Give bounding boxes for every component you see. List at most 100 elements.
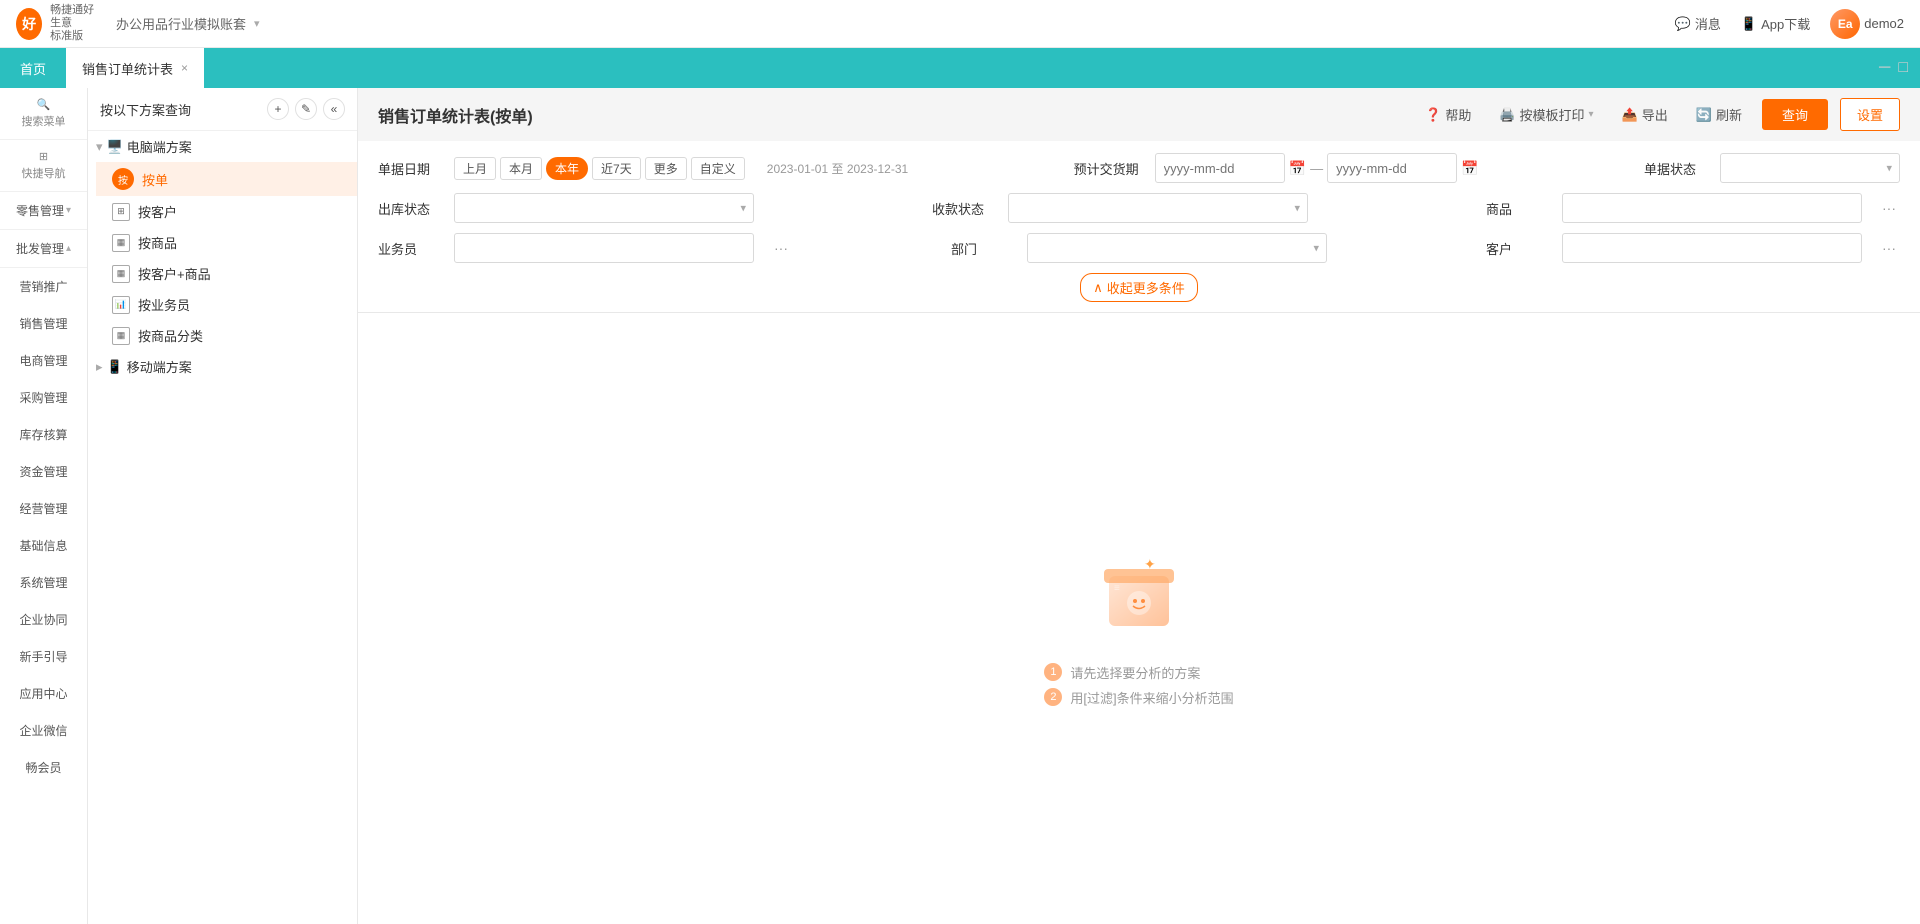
sidebar-item-inventory[interactable]: 库存核算 — [0, 416, 87, 453]
sidebar-item-operations[interactable]: 经营管理 — [0, 490, 87, 527]
sidebar-item-wholesale[interactable]: 批发管理 ▴ — [0, 230, 87, 267]
filter-row-1: 单据日期 上月 本月 本年 近7天 更多 自定义 2023-01-01 至 20… — [378, 153, 1900, 183]
main-layout: 🔍 搜索菜单 ⊞ 快捷导航 零售管理 ▾ 批发管理 ▴ 营销推广 销售管理 电商… — [0, 88, 1920, 924]
hint-num-2: 2 — [1044, 688, 1062, 706]
sidebar-group-retail: 零售管理 ▾ — [0, 192, 87, 230]
tree-item-by-customer-product[interactable]: ▦ 按客户+商品 — [96, 258, 357, 289]
edit-scheme-btn[interactable]: ✎ — [295, 98, 317, 120]
product-dots[interactable]: ··· — [1878, 200, 1900, 216]
mobile-section-header[interactable]: ▸ 📱 移动端方案 — [88, 351, 357, 382]
sidebar-group-wholesale: 批发管理 ▴ — [0, 230, 87, 268]
app-download-btn[interactable]: 📱 App下载 — [1741, 14, 1810, 33]
user-profile[interactable]: Ea demo2 — [1830, 9, 1904, 39]
sidebar-item-purchase[interactable]: 采购管理 — [0, 379, 87, 416]
export-btn[interactable]: 📤 导出 — [1614, 101, 1676, 128]
sidebar-item-finance[interactable]: 资金管理 — [0, 453, 87, 490]
nav-icon: ⊞ — [39, 150, 48, 163]
date-btn-this-month[interactable]: 本月 — [500, 157, 542, 180]
date-btn-more[interactable]: 更多 — [645, 157, 687, 180]
order-date-label: 单据日期 — [378, 159, 438, 178]
tab-home[interactable]: 首页 — [0, 48, 66, 88]
date-buttons: 上月 本月 本年 近7天 更多 自定义 — [454, 157, 745, 180]
date-btn-this-year[interactable]: 本年 — [546, 157, 588, 180]
collapse-btn[interactable]: ∧ 收起更多条件 — [1080, 273, 1198, 302]
minimize-btn[interactable]: ─ — [1879, 59, 1890, 77]
salesperson-input[interactable] — [454, 233, 754, 263]
sidebar-quick-nav[interactable]: ⊞ 快捷导航 — [0, 140, 87, 192]
expected-date-start[interactable] — [1155, 153, 1285, 183]
sidebar-search[interactable]: 🔍 搜索菜单 — [0, 88, 87, 140]
expected-date-label: 预计交货期 — [1074, 159, 1139, 178]
department-select-wrap — [1027, 233, 1327, 263]
page-actions: ❓ 帮助 🖨️ 按模板打印 ▾ 📤 导出 🔄 刷新 查询 设置 — [1417, 98, 1900, 131]
salesperson-dots[interactable]: ··· — [770, 240, 792, 256]
page-title-area: 销售订单统计表(按单) ❓ 帮助 🖨️ 按模板打印 ▾ 📤 导出 🔄 刷新 — [358, 88, 1920, 141]
tabbar: 首页 销售订单统计表 × ─ □ — [0, 48, 1920, 88]
payment-status-select[interactable] — [1008, 193, 1308, 223]
print-icon: 🖨️ — [1499, 107, 1515, 123]
pc-section-header[interactable]: ▾ 🖥️ 电脑端方案 — [88, 131, 357, 162]
date-range-text: 2023-01-01 至 2023-12-31 — [767, 160, 908, 177]
sidebar: 🔍 搜索菜单 ⊞ 快捷导航 零售管理 ▾ 批发管理 ▴ 营销推广 销售管理 电商… — [0, 88, 88, 924]
maximize-btn[interactable]: □ — [1898, 59, 1908, 77]
collapse-panel-btn[interactable]: « — [323, 98, 345, 120]
date-separator: — — [1310, 161, 1323, 176]
date-btn-last-7[interactable]: 近7天 — [592, 157, 641, 180]
date-btn-last-month[interactable]: 上月 — [454, 157, 496, 180]
order-status-select[interactable] — [1720, 153, 1900, 183]
add-scheme-btn[interactable]: + — [267, 98, 289, 120]
sidebar-item-ecommerce[interactable]: 电商管理 — [0, 342, 87, 379]
sidebar-item-wechat[interactable]: 企业微信 — [0, 712, 87, 749]
tree-item-by-product-category[interactable]: ▦ 按商品分类 — [96, 320, 357, 351]
user-avatar: Ea — [1830, 9, 1860, 39]
topbar-actions: 💬 消息 📱 App下载 Ea demo2 — [1675, 9, 1904, 39]
delivery-status-select[interactable] — [454, 193, 754, 223]
logo-text: 畅捷通好生意 标准版 — [50, 4, 104, 44]
tree-item-by-salesperson[interactable]: 📊 按业务员 — [96, 289, 357, 320]
sidebar-item-marketing[interactable]: 营销推广 — [0, 268, 87, 305]
tree-item-by-order[interactable]: 按 按单 — [96, 162, 357, 196]
tree-item-by-product[interactable]: ▦ 按商品 — [96, 227, 357, 258]
title-dropdown-icon[interactable]: ▾ — [254, 17, 260, 30]
refresh-btn[interactable]: 🔄 刷新 — [1688, 101, 1750, 128]
app-logo: 好 畅捷通好生意 标准版 — [16, 4, 104, 44]
sidebar-item-system[interactable]: 系统管理 — [0, 564, 87, 601]
expected-date-end[interactable] — [1327, 153, 1457, 183]
empty-hints: 1 请先选择要分析的方案 2 用[过滤]条件来缩小分析范围 — [1044, 663, 1233, 707]
left-panel-title: 按以下方案查询 — [100, 100, 191, 119]
delivery-status-select-wrap — [454, 193, 754, 223]
pc-section-icon: 🖥️ — [107, 139, 123, 155]
sidebar-item-newbie[interactable]: 新手引导 — [0, 638, 87, 675]
right-panel: 销售订单统计表(按单) ❓ 帮助 🖨️ 按模板打印 ▾ 📤 导出 🔄 刷新 — [358, 88, 1920, 924]
help-btn[interactable]: ❓ 帮助 — [1417, 101, 1479, 128]
tab-close-btn[interactable]: × — [181, 61, 188, 75]
department-select[interactable] — [1027, 233, 1327, 263]
calendar-start-icon[interactable]: 📅 — [1289, 160, 1306, 177]
message-btn[interactable]: 💬 消息 — [1675, 14, 1721, 33]
tab-sales-order[interactable]: 销售订单统计表 × — [66, 48, 204, 88]
query-btn[interactable]: 查询 — [1762, 99, 1828, 130]
logo-icon: 好 — [16, 8, 42, 40]
product-input[interactable] — [1562, 193, 1862, 223]
settings-btn[interactable]: 设置 — [1840, 98, 1900, 131]
empty-state: ✦ ≡ 1 请先选择要分析的方案 2 用[过滤]条件来缩小分析范围 — [358, 313, 1920, 924]
customer-input[interactable] — [1562, 233, 1862, 263]
print-btn[interactable]: 🖨️ 按模板打印 ▾ — [1491, 101, 1601, 128]
sidebar-item-enterprise[interactable]: 企业协同 — [0, 601, 87, 638]
print-arrow-icon: ▾ — [1589, 109, 1594, 120]
customer-dots[interactable]: ··· — [1878, 240, 1900, 256]
product-label: 商品 — [1486, 199, 1546, 218]
help-icon: ❓ — [1425, 107, 1441, 123]
by-salesperson-icon: 📊 — [112, 296, 130, 314]
sidebar-item-retail[interactable]: 零售管理 ▾ — [0, 192, 87, 229]
message-icon: 💬 — [1675, 16, 1691, 32]
calendar-end-icon[interactable]: 📅 — [1461, 160, 1478, 177]
sidebar-item-apps[interactable]: 应用中心 — [0, 675, 87, 712]
department-label: 部门 — [951, 239, 1011, 258]
empty-illustration: ✦ ≡ — [1079, 531, 1199, 651]
date-btn-custom[interactable]: 自定义 — [691, 157, 745, 180]
sidebar-item-base[interactable]: 基础信息 — [0, 527, 87, 564]
tree-item-by-customer[interactable]: ⊞ 按客户 — [96, 196, 357, 227]
sidebar-item-sales[interactable]: 销售管理 — [0, 305, 87, 342]
sidebar-item-member[interactable]: 畅会员 — [0, 749, 87, 786]
